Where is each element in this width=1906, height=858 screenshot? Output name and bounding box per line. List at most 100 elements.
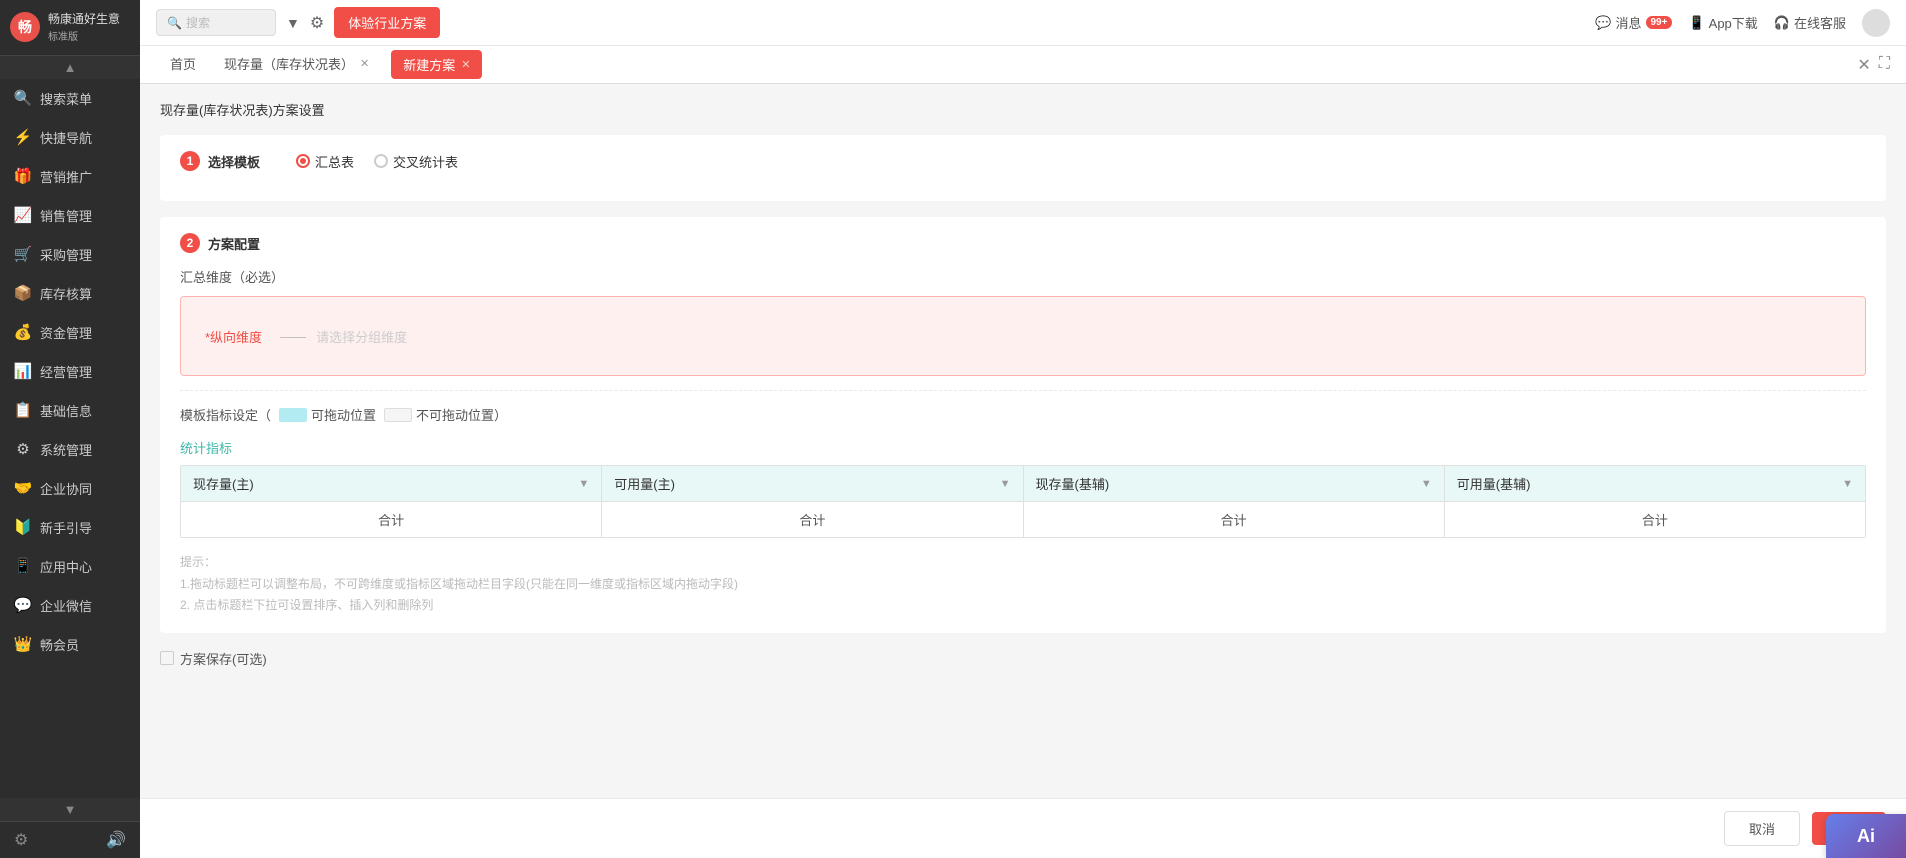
- radio-circle-summary: [296, 154, 310, 168]
- radio-circle-cross: [374, 154, 388, 168]
- marketing-icon: 🎁: [14, 167, 32, 185]
- step1-title: 选择模板: [208, 152, 260, 171]
- stats-table: 现存量(主) ▼ 可用量(主) ▼ 现存量(基辅) ▼ 可用量(基辅) ▼: [180, 465, 1866, 538]
- dim-dash: ——: [280, 329, 306, 344]
- window-expand-btn[interactable]: ⛶: [1879, 55, 1890, 75]
- search-icon: 🔍: [14, 89, 32, 107]
- sidebar-logo: 畅 畅康通好生意 标准版: [0, 0, 140, 56]
- sales-icon: 📈: [14, 206, 32, 224]
- tab-inventory-close[interactable]: ✕: [360, 57, 369, 70]
- sidebar-item-purchase[interactable]: 🛒 采购管理: [0, 235, 140, 274]
- settings-bottom-icon[interactable]: ⚙: [14, 830, 28, 850]
- stats-col-header-3[interactable]: 可用量(基辅) ▼: [1445, 466, 1865, 501]
- step1-section: 1 选择模板 汇总表 交叉统计表: [160, 135, 1886, 201]
- sidebar-item-finance[interactable]: 💰 资金管理: [0, 313, 140, 352]
- sidebar-scroll-up[interactable]: ▲: [0, 56, 140, 79]
- radio-summary[interactable]: 汇总表: [296, 152, 354, 171]
- tips-item-0: 1.拖动标题栏可以调整布局，不可跨维度或指标区域拖动栏目字段(只能在同一维度或指…: [180, 574, 1866, 596]
- phone-icon: 📱: [1688, 15, 1704, 31]
- dimension-area[interactable]: *纵向维度 —— 请选择分组维度: [180, 296, 1866, 376]
- stats-col-header-2[interactable]: 现存量(基辅) ▼: [1024, 466, 1445, 501]
- ai-button[interactable]: Ai: [1826, 814, 1906, 858]
- tab-home[interactable]: 首页: [156, 46, 210, 83]
- content-area: 现存量(库存状况表)方案设置 1 选择模板 汇总表 交叉统计表: [140, 84, 1906, 798]
- save-option-row: 方案保存(可选): [160, 649, 1886, 668]
- topbar-right: 💬 消息 99+ 📱 App下载 🎧 在线客服: [1595, 9, 1890, 37]
- vertical-dim-label: *纵向维度: [205, 327, 262, 346]
- stats-col-body-0: 合计: [181, 502, 602, 537]
- sidebar-item-app-center[interactable]: 📱 应用中心: [0, 547, 140, 586]
- draggable-color-box: [279, 408, 307, 422]
- save-option-checkbox[interactable]: [160, 651, 174, 665]
- tab-new-plan[interactable]: 新建方案 ✕: [391, 50, 482, 79]
- tab-inventory[interactable]: 现存量（库存状况表） ✕: [210, 46, 383, 83]
- purchase-icon: 🛒: [14, 245, 32, 263]
- step2-header: 2 方案配置: [180, 233, 1866, 253]
- sidebar-item-system[interactable]: ⚙ 系统管理: [0, 430, 140, 469]
- topbar: 🔍 搜索 ▼ ⚙ 体验行业方案 💬 消息 99+ 📱 App下载 🎧 在线客服: [140, 0, 1906, 46]
- dim-hint: 请选择分组维度: [316, 327, 407, 346]
- stats-col-header-0[interactable]: 现存量(主) ▼: [181, 466, 602, 501]
- sidebar-item-search[interactable]: 🔍 搜索菜单: [0, 79, 140, 118]
- stats-label: 统计指标: [180, 438, 1866, 457]
- non-draggable-color-box: [384, 408, 412, 422]
- topbar-dropdown-icon[interactable]: ▼: [286, 15, 300, 31]
- user-avatar[interactable]: [1862, 9, 1890, 37]
- tips-area: 提示： 1.拖动标题栏可以调整布局，不可跨维度或指标区域拖动栏目字段(只能在同一…: [180, 552, 1866, 617]
- col0-dropdown-icon[interactable]: ▼: [578, 478, 589, 490]
- management-icon: 📊: [14, 362, 32, 380]
- window-close-btn[interactable]: ✕: [1857, 55, 1870, 75]
- app-download-item[interactable]: 📱 App下载: [1688, 13, 1757, 32]
- sidebar-item-quick-nav[interactable]: ⚡ 快捷导航: [0, 118, 140, 157]
- template-radio-group: 汇总表 交叉统计表: [296, 152, 458, 171]
- sidebar-item-wechat[interactable]: 💬 企业微信: [0, 586, 140, 625]
- sound-icon[interactable]: 🔊: [106, 830, 126, 850]
- sidebar-item-management[interactable]: 📊 经营管理: [0, 352, 140, 391]
- app-logo-text: 畅康通好生意 标准版: [48, 12, 120, 43]
- app-center-icon: 📱: [14, 557, 32, 575]
- stats-col-body-3: 合计: [1445, 502, 1865, 537]
- main-area: 🔍 搜索 ▼ ⚙ 体验行业方案 💬 消息 99+ 📱 App下载 🎧 在线客服: [140, 0, 1906, 858]
- sidebar-item-sales[interactable]: 📈 销售管理: [0, 196, 140, 235]
- headset-icon: 🎧: [1774, 15, 1790, 31]
- step2-badge: 2: [180, 233, 200, 253]
- sidebar-item-marketing[interactable]: 🎁 营销推广: [0, 157, 140, 196]
- message-item[interactable]: 💬 消息 99+: [1595, 13, 1672, 32]
- sidebar-item-member[interactable]: 👑 畅会员: [0, 625, 140, 664]
- sidebar-item-inventory[interactable]: 📦 库存核算: [0, 274, 140, 313]
- legend-draggable: 可拖动位置: [279, 405, 376, 424]
- col2-dropdown-icon[interactable]: ▼: [1421, 478, 1432, 490]
- quick-nav-icon: ⚡: [14, 128, 32, 146]
- finance-icon: 💰: [14, 323, 32, 341]
- tips-title: 提示：: [180, 555, 216, 569]
- col3-dropdown-icon[interactable]: ▼: [1842, 478, 1853, 490]
- template-setting-row: 模板指标设定（ 可拖动位置 不可拖动位置）: [180, 405, 1866, 424]
- footer: 取消 查询: [140, 798, 1906, 858]
- sidebar-scroll-down[interactable]: ▼: [0, 798, 140, 821]
- legend-non-draggable: 不可拖动位置）: [384, 405, 507, 424]
- cancel-button[interactable]: 取消: [1724, 811, 1800, 846]
- member-icon: 👑: [14, 635, 32, 653]
- contract-icon: 🤝: [14, 479, 32, 497]
- step2-section: 2 方案配置 汇总维度（必选） *纵向维度 —— 请选择分组维度 模板指标设定（…: [160, 217, 1886, 633]
- basic-info-icon: 📋: [14, 401, 32, 419]
- tab-new-plan-close[interactable]: ✕: [461, 58, 470, 71]
- radio-cross[interactable]: 交叉统计表: [374, 152, 458, 171]
- stats-table-body: 合计 合计 合计 合计: [181, 502, 1865, 537]
- sidebar-bottom: ⚙ 🔊: [0, 821, 140, 858]
- radio-dot-summary: [300, 158, 306, 164]
- sidebar-item-basic-info[interactable]: 📋 基础信息: [0, 391, 140, 430]
- online-service-item[interactable]: 🎧 在线客服: [1774, 13, 1846, 32]
- topbar-gear-icon[interactable]: ⚙: [310, 13, 324, 33]
- window-controls: ✕ ⛶: [1857, 55, 1890, 75]
- sidebar-item-contract[interactable]: 🤝 企业协同: [0, 469, 140, 508]
- stats-col-header-1[interactable]: 可用量(主) ▼: [602, 466, 1023, 501]
- industry-btn[interactable]: 体验行业方案: [334, 7, 440, 38]
- col1-dropdown-icon[interactable]: ▼: [1000, 478, 1011, 490]
- stats-col-body-2: 合计: [1024, 502, 1445, 537]
- sidebar-item-guide[interactable]: 🔰 新手引导: [0, 508, 140, 547]
- search-icon-topbar: 🔍: [167, 16, 182, 30]
- tabs-bar: 首页 现存量（库存状况表） ✕ 新建方案 ✕ ✕ ⛶: [140, 46, 1906, 84]
- search-input-area[interactable]: 🔍 搜索: [156, 9, 276, 36]
- guide-icon: 🔰: [14, 518, 32, 536]
